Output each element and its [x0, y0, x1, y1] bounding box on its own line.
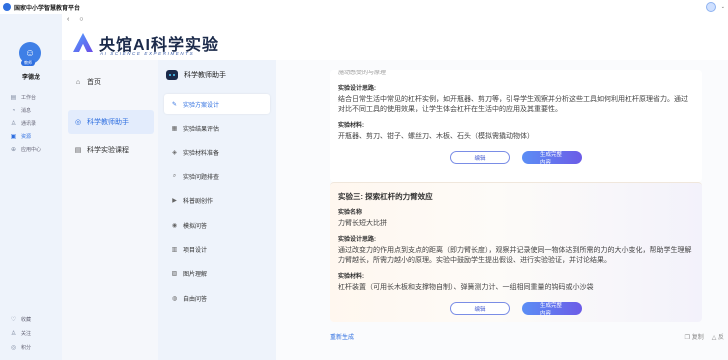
rail-item-apps[interactable]: ⊕ 应用中心 — [10, 146, 41, 153]
nav-item-home[interactable]: ⌂ 首页 — [68, 70, 154, 94]
assistant-item-materials[interactable]: ◈ 实验材料准备 — [164, 142, 270, 162]
assistant-header: 科学教师助手 — [166, 70, 226, 80]
top-bar: 国家中小学智慧教育平台 ⌄ — [0, 0, 728, 14]
evaluate-icon: ▦ — [171, 125, 178, 132]
design-text: 通过改变力的作用点到支点的距离（即力臂长度），观察并记录使同一物体达到所需的力的… — [338, 247, 692, 264]
assistant-item-free-qa[interactable]: ◍ 自由问答 — [164, 288, 270, 308]
design-heading: 实验设计思路: — [338, 237, 376, 243]
generate-full-button[interactable]: 生成完整内容 — [522, 302, 582, 317]
rail-item-message[interactable]: ◔ 消息 — [10, 107, 31, 115]
materials-heading: 实验材料: — [338, 274, 364, 280]
copy-icon: ❐ — [684, 335, 692, 341]
assistant-item-project-design[interactable]: ▥ 项目设计 — [164, 239, 270, 259]
nav-item-science-teacher-assistant[interactable]: ◎ 科学教师助手 — [68, 110, 154, 134]
materials-text: 开瓶器、剪刀、钳子、螺丝刀、木板、石头（模拟需撬动物体） — [338, 133, 534, 140]
project-icon: ▥ — [171, 246, 178, 253]
experiment-card: 实验三: 探索杠杆的力臂效应 实验名称 力臂长短大比拼 实验设计思路: 通过改变… — [330, 182, 702, 322]
copy-button[interactable]: ❐ 复制 — [685, 332, 704, 341]
qa-icon: ◉ — [171, 222, 178, 229]
heart-icon: ♡ — [10, 317, 17, 323]
person-icon: ♙ — [10, 331, 17, 337]
assistant-item-result-evaluation[interactable]: ▦ 实验结果评估 — [164, 118, 270, 138]
apps-icon: ⊕ — [10, 147, 17, 153]
clipped-text: 施动感受的与原理 — [338, 70, 387, 76]
brand-subtitle: AI SCIENCE EXPERIMENTS — [100, 51, 195, 56]
edit-icon: ✎ — [171, 101, 178, 108]
experiment-title: 实验三: 探索杠杆的力臂效应 — [338, 192, 433, 201]
edit-button[interactable]: 编辑 — [450, 302, 510, 315]
robot-icon — [166, 70, 178, 80]
rail-item-workbench[interactable]: ▤ 工作台 — [10, 94, 36, 101]
image-icon: ▨ — [171, 270, 178, 277]
user-role-badge: 教师 — [21, 60, 35, 66]
materials-text: 杠杆装置（可用长木板和支撑物自制）、弹簧测力计、一组相同重量的钩码或小沙袋 — [338, 284, 594, 291]
assistant-item-troubleshoot[interactable]: ⌕ 实验问题排查 — [164, 166, 270, 186]
platform-logo-icon — [3, 3, 11, 11]
resource-icon: ▣ — [10, 134, 17, 140]
rail-item-resource[interactable]: ▣ 资源 — [10, 133, 31, 140]
back-nav[interactable]: ‹ ○ — [67, 16, 88, 23]
play-icon: ▶ — [172, 197, 177, 204]
design-text: 结合日常生活中常见的杠杆实例，如开瓶器、剪刀等，引导学生观察并分析这些工具如何利… — [338, 96, 688, 113]
chat-icon: ◍ — [171, 295, 178, 302]
rail-item-points[interactable]: ◎ 积分 — [10, 344, 31, 351]
response-actions: ❐ 复制 △ 反 — [685, 332, 724, 341]
workbench-icon: ▤ — [10, 95, 17, 101]
design-heading: 实验设计思路: — [338, 86, 376, 92]
name-heading: 实验名称 — [338, 210, 363, 216]
user-avatar-small[interactable] — [706, 2, 716, 12]
platform-title: 国家中小学智慧教育平台 — [14, 5, 81, 12]
assistant-item-mock-qa[interactable]: ◉ 模拟问答 — [164, 215, 270, 235]
troubleshoot-icon: ⌕ — [172, 172, 177, 179]
assistant-item-experiment-design[interactable]: ✎ 实验方案设计 — [164, 94, 270, 114]
rail-item-contacts[interactable]: ♙ 通讯录 — [10, 120, 36, 127]
main-content: 施动感受的与原理 实验设计思路: 结合日常生活中常见的杠杆实例，如开瓶器、剪刀等… — [276, 60, 728, 360]
rail-item-favorites[interactable]: ♡ 收藏 — [10, 316, 31, 323]
edit-button[interactable]: 编辑 — [450, 151, 510, 164]
points-icon: ◎ — [10, 345, 17, 351]
experiment-card: 施动感受的与原理 实验设计思路: 结合日常生活中常见的杠杆实例，如开瓶器、剪刀等… — [330, 70, 702, 182]
chevron-down-icon[interactable]: ⌄ — [721, 4, 725, 10]
user-name: 李德龙 — [21, 75, 40, 81]
assistant-item-image-understanding[interactable]: ▨ 图片理解 — [164, 263, 270, 283]
app-header: ‹ ○ 央馆AI科学实验 AI SCIENCE EXPERIMENTS — [62, 14, 728, 60]
materials-heading: 实验材料: — [338, 123, 364, 129]
nav-item-science-experiment-course[interactable]: ▤ 科学实验课程 — [68, 138, 154, 162]
brand-logo-icon — [73, 33, 93, 52]
assistant-item-science-play[interactable]: ▶ 科普剧创作 — [164, 190, 270, 210]
message-icon: ◔ — [11, 107, 16, 114]
contacts-icon: ♙ — [10, 121, 17, 127]
assistant-nav: 科学教师助手 ✎ 实验方案设计 ▦ 实验结果评估 ◈ 实验材料准备 ⌕ 实验问题排查 ▶… — [158, 60, 276, 360]
assistant-icon: ◎ — [74, 119, 82, 126]
other-action-button[interactable]: △ 反 — [712, 332, 724, 341]
left-rail: ☺ 教师 李德龙 ▤ 工作台 ◔ 消息 ♙ 通讯录 ▣ 资源 ⊕ 应用中心 ♡ 收藏 ♙ 关注… — [0, 14, 62, 360]
generate-full-button[interactable]: 生成完整内容 — [522, 151, 582, 166]
card-actions: 编辑 生成完整内容 — [338, 302, 694, 317]
home-icon: ⌂ — [75, 78, 81, 86]
rail-item-follow[interactable]: ♙ 关注 — [10, 330, 31, 337]
course-icon: ▤ — [74, 147, 82, 154]
brand: 央馆AI科学实验 AI SCIENCE EXPERIMENTS — [72, 31, 219, 56]
regenerate-link[interactable]: 重新生成 — [330, 332, 354, 341]
primary-nav: ⌂ 首页 ◎ 科学教师助手 ▤ 科学实验课程 — [62, 60, 158, 360]
materials-icon: ◈ — [172, 149, 177, 156]
name-text: 力臂长短大比拼 — [338, 220, 387, 227]
card-actions: 编辑 生成完整内容 — [338, 151, 694, 166]
